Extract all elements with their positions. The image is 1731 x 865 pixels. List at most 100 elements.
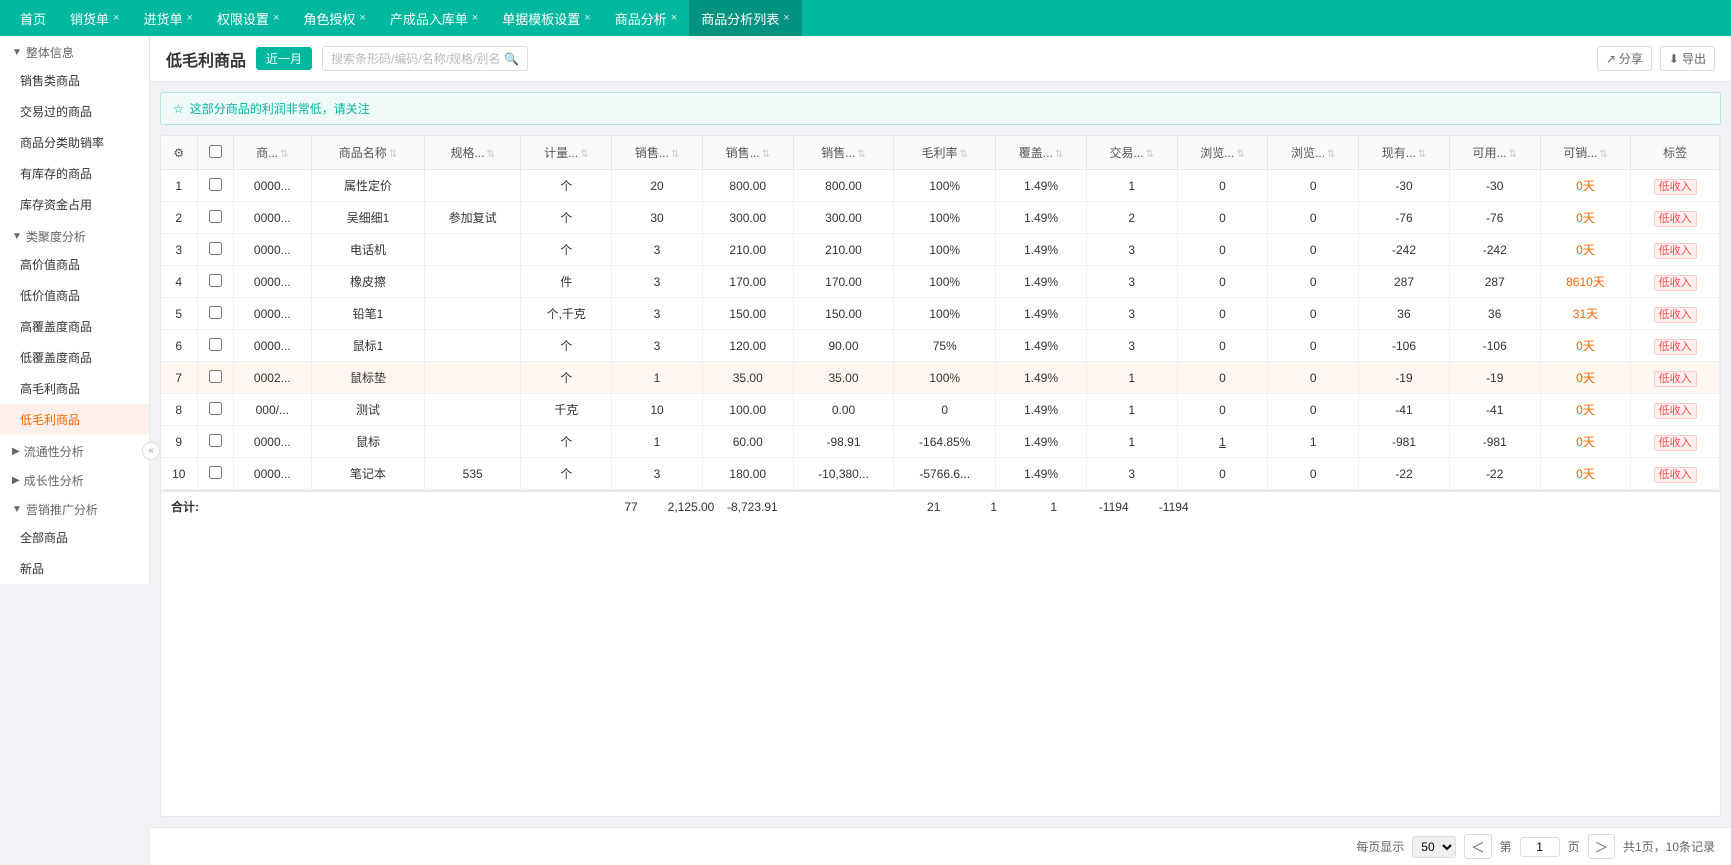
col-browse1[interactable]: 浏览...⇅ xyxy=(1177,136,1268,170)
sidebar-collapse-button[interactable]: « xyxy=(142,442,160,460)
row-name: 鼠标1 xyxy=(312,330,425,362)
nav-close-product-storage[interactable]: × xyxy=(472,12,478,24)
row-browse1[interactable]: 1 xyxy=(1177,426,1268,458)
row-gross-rate: 75% xyxy=(894,330,996,362)
search-box[interactable]: 搜索条形码/编码/名称/规格/别名 🔍 xyxy=(322,46,528,71)
row-checkbox[interactable] xyxy=(197,266,233,298)
share-button[interactable]: ↗ 分享 xyxy=(1597,46,1652,71)
nav-close-analysis-list[interactable]: × xyxy=(783,12,789,24)
col-transactions[interactable]: 交易...⇅ xyxy=(1086,136,1177,170)
row-checkbox[interactable] xyxy=(197,426,233,458)
col-checkbox[interactable] xyxy=(197,136,233,170)
row-checkbox[interactable] xyxy=(197,362,233,394)
sidebar-item-high-coverage[interactable]: 高覆盖度商品 xyxy=(0,311,149,342)
sidebar-item-category-sales-rate[interactable]: 商品分类助销率 xyxy=(0,127,149,158)
nav-item-analysis[interactable]: 商品分析 × xyxy=(603,0,689,36)
sidebar-item-low-value[interactable]: 低价值商品 xyxy=(0,280,149,311)
nav-close-roles[interactable]: × xyxy=(359,12,365,24)
sidebar-item-low-coverage[interactable]: 低覆盖度商品 xyxy=(0,342,149,373)
row-checkbox[interactable] xyxy=(197,458,233,490)
nav-close-sales[interactable]: × xyxy=(113,12,119,24)
sidebar-item-high-margin[interactable]: 高毛利商品 xyxy=(0,373,149,404)
col-stock-current[interactable]: 现有...⇅ xyxy=(1359,136,1450,170)
sidebar-group-cluster[interactable]: ▼ 类聚度分析 xyxy=(0,220,149,249)
row-select-checkbox[interactable] xyxy=(209,274,222,287)
nav-item-roles[interactable]: 角色授权 × xyxy=(291,0,377,36)
row-sales-qty: 3 xyxy=(612,266,703,298)
sidebar-group-overall[interactable]: ▼ 整体信息 xyxy=(0,36,149,65)
col-unit[interactable]: 计量...⇅ xyxy=(521,136,612,170)
row-browse1: 0 xyxy=(1177,394,1268,426)
col-settings[interactable]: ⚙ xyxy=(161,136,197,170)
sidebar-item-new-products[interactable]: 新品 xyxy=(0,553,149,584)
col-code[interactable]: 商...⇅ xyxy=(233,136,312,170)
row-sales-price: 120.00 xyxy=(702,330,793,362)
search-icon[interactable]: 🔍 xyxy=(504,52,519,66)
row-num: 9 xyxy=(161,426,197,458)
col-name[interactable]: 商品名称⇅ xyxy=(312,136,425,170)
sidebar-item-traded-products[interactable]: 交易过的商品 xyxy=(0,96,149,127)
row-checkbox[interactable] xyxy=(197,170,233,202)
nav-item-template[interactable]: 单据模板设置 × xyxy=(490,0,602,36)
col-tag[interactable]: 标签 xyxy=(1631,136,1720,170)
sidebar-item-sales-products[interactable]: 销售类商品 xyxy=(0,65,149,96)
sidebar-item-low-margin[interactable]: 低毛利商品 xyxy=(0,404,149,435)
next-page-button[interactable]: ＞ xyxy=(1588,834,1615,859)
page-input[interactable] xyxy=(1520,837,1560,857)
row-select-checkbox[interactable] xyxy=(209,402,222,415)
row-checkbox[interactable] xyxy=(197,298,233,330)
row-select-checkbox[interactable] xyxy=(209,338,222,351)
prev-page-button[interactable]: ＜ xyxy=(1464,834,1491,859)
nav-close-template[interactable]: × xyxy=(584,12,590,24)
col-sales-amount[interactable]: 销售...⇅ xyxy=(793,136,894,170)
export-button[interactable]: ⬇ 导出 xyxy=(1660,46,1715,71)
col-browse2[interactable]: 浏览...⇅ xyxy=(1268,136,1359,170)
nav-close-analysis[interactable]: × xyxy=(671,12,677,24)
row-checkbox[interactable] xyxy=(197,202,233,234)
row-select-checkbox[interactable] xyxy=(209,306,222,319)
row-select-checkbox[interactable] xyxy=(209,178,222,191)
sidebar-item-stock-products[interactable]: 有库存的商品 xyxy=(0,158,149,189)
row-select-checkbox[interactable] xyxy=(209,210,222,223)
sidebar-item-all-products[interactable]: 全部商品 xyxy=(0,522,149,553)
nav-close-permissions[interactable]: × xyxy=(273,12,279,24)
table-row: 8 000/... 测试 千克 10 100.00 0.00 0 1.49% 1… xyxy=(161,394,1720,426)
select-all-checkbox[interactable] xyxy=(209,145,222,158)
col-spec[interactable]: 规格...⇅ xyxy=(424,136,520,170)
col-stock-saleable[interactable]: 可销...⇅ xyxy=(1540,136,1631,170)
nav-item-analysis-list[interactable]: 商品分析列表 × xyxy=(689,0,801,36)
sidebar-group-growth[interactable]: ▶ 成长性分析 xyxy=(0,464,149,493)
row-select-checkbox[interactable] xyxy=(209,434,222,447)
nav-close-purchase[interactable]: × xyxy=(186,12,192,24)
nav-item-permissions[interactable]: 权限设置 × xyxy=(205,0,291,36)
nav-item-home[interactable]: 首页 xyxy=(8,0,58,36)
sidebar-group-circulation[interactable]: ▶ 流通性分析 xyxy=(0,435,149,464)
nav-item-product-storage[interactable]: 产成品入库单 × xyxy=(378,0,490,36)
col-coverage[interactable]: 覆盖...⇅ xyxy=(996,136,1087,170)
row-stock-available: -19 xyxy=(1449,362,1540,394)
row-unit: 个,千克 xyxy=(521,298,612,330)
sidebar-item-high-value[interactable]: 高价值商品 xyxy=(0,249,149,280)
table-row: 4 0000... 橡皮擦 件 3 170.00 170.00 100% 1.4… xyxy=(161,266,1720,298)
row-checkbox[interactable] xyxy=(197,330,233,362)
row-coverage: 1.49% xyxy=(996,362,1087,394)
row-select-checkbox[interactable] xyxy=(209,466,222,479)
col-stock-available[interactable]: 可用...⇅ xyxy=(1449,136,1540,170)
col-sales-qty[interactable]: 销售...⇅ xyxy=(612,136,703,170)
row-select-checkbox[interactable] xyxy=(209,370,222,383)
date-filter-button[interactable]: 近一月 xyxy=(256,47,312,70)
row-checkbox[interactable] xyxy=(197,234,233,266)
row-gross-rate: 100% xyxy=(894,170,996,202)
nav-item-purchase[interactable]: 进货单 × xyxy=(131,0,204,36)
table-row: 9 0000... 鼠标 个 1 60.00 -98.91 -164.85% 1… xyxy=(161,426,1720,458)
per-page-select[interactable]: 50 xyxy=(1412,836,1456,858)
sidebar-item-stock-capital[interactable]: 库存资金占用 xyxy=(0,189,149,220)
col-gross-rate[interactable]: 毛利率⇅ xyxy=(894,136,996,170)
row-transactions: 2 xyxy=(1086,202,1177,234)
sidebar-group-marketing[interactable]: ▼ 营销推广分析 xyxy=(0,493,149,522)
row-checkbox[interactable] xyxy=(197,394,233,426)
row-select-checkbox[interactable] xyxy=(209,242,222,255)
row-num: 1 xyxy=(161,170,197,202)
col-sales-price[interactable]: 销售...⇅ xyxy=(702,136,793,170)
nav-item-sales[interactable]: 销货单 × xyxy=(58,0,131,36)
